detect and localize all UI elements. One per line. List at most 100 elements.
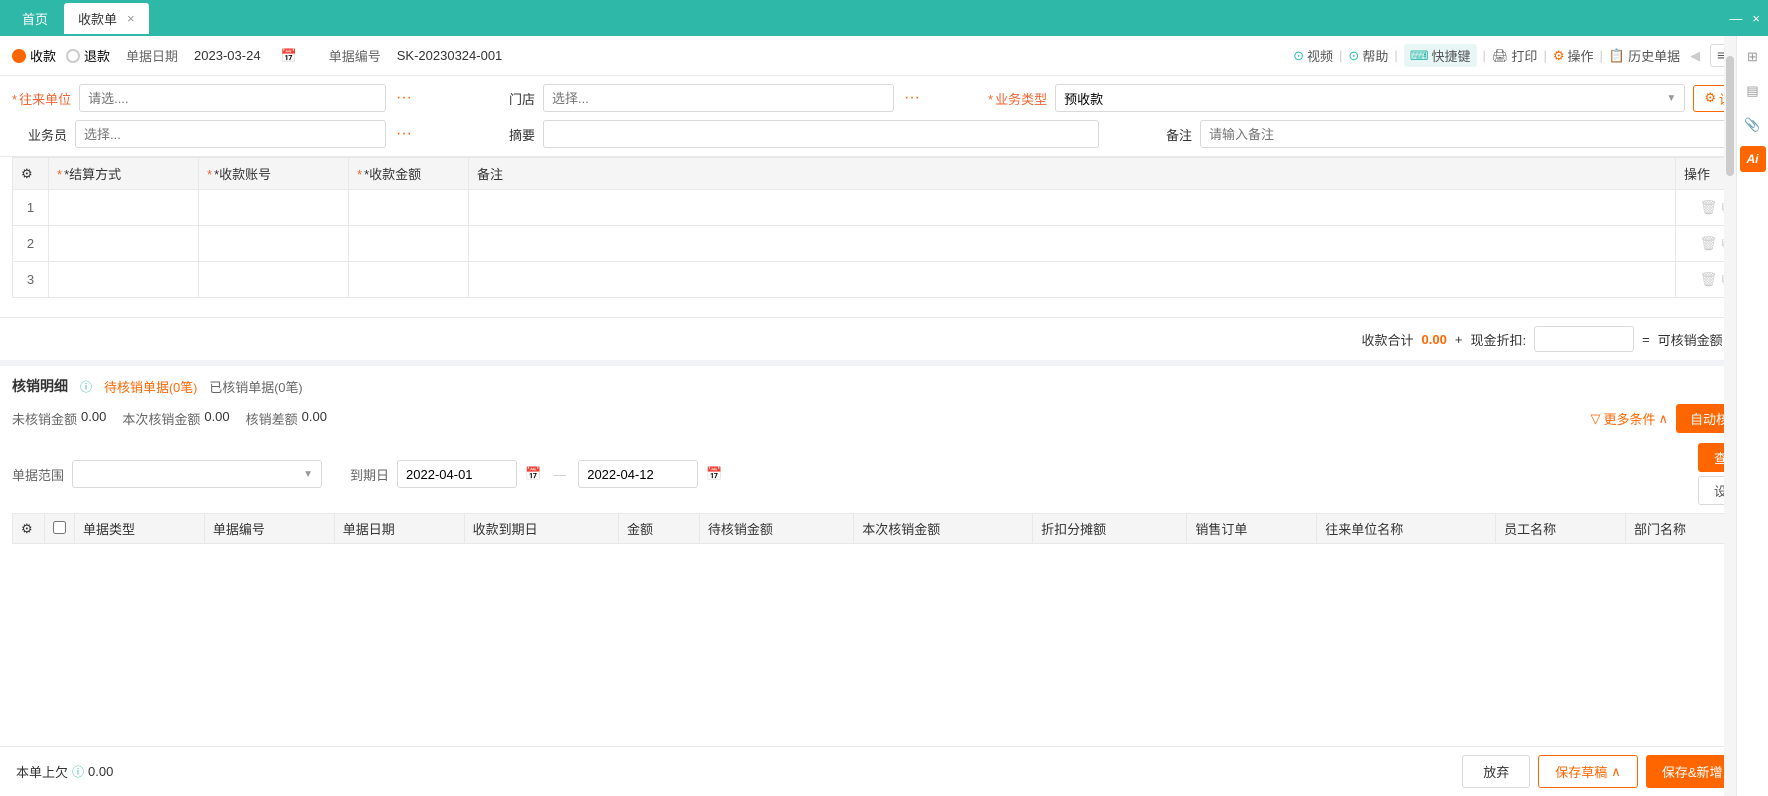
form-row-2: 业务员 ··· 摘要 备注 (12, 120, 1756, 148)
discount-label: 现金折扣: (1470, 330, 1526, 349)
sidebar-attachment-icon[interactable]: 📎 (1740, 112, 1766, 138)
radio-refund-dot (66, 49, 80, 63)
row-1-settlement[interactable] (49, 190, 199, 226)
sales-rep-section: 业务员 ··· (12, 120, 412, 148)
amount-col-header: 金额 (618, 514, 699, 544)
select-all-checkbox[interactable] (53, 521, 66, 534)
receipt-tab-close[interactable]: × (127, 11, 135, 26)
reconcile-gear-header[interactable]: ⚙ (13, 514, 45, 544)
chevron-down-icon: ▼ (1666, 93, 1676, 104)
info-icon[interactable]: ⓘ (72, 763, 84, 780)
window-minimize[interactable]: — (1729, 11, 1742, 26)
counterparty-input[interactable] (79, 84, 386, 112)
reconcile-header: 核销明细 ⓘ 待核销单据(0笔) 已核销单据(0笔) (12, 376, 1756, 396)
radio-refund[interactable]: 退款 (66, 46, 110, 65)
row-1-remark[interactable] (469, 190, 1676, 226)
row-3-remark[interactable] (469, 262, 1676, 298)
counterparty-more-icon[interactable]: ··· (396, 89, 412, 107)
tool-shortcut[interactable]: ⌨ 快捷键 (1404, 44, 1477, 67)
form-row-1: *往来单位 ··· 门店 ··· *业务类型 预收款 ▼ (12, 84, 1756, 112)
save-draft-button[interactable]: 保存草稿 ∧ (1538, 755, 1638, 788)
range-chevron-icon: ▼ (303, 469, 313, 480)
date-label: 单据日期 (126, 46, 178, 65)
date-to-input[interactable] (578, 460, 698, 488)
row-2-remark[interactable] (469, 226, 1676, 262)
row-1-account[interactable] (199, 190, 349, 226)
remark-input[interactable] (1200, 120, 1756, 148)
doc-number-value: SK-20230324-001 (397, 48, 503, 63)
tool-help-label: 帮助 (1362, 46, 1388, 65)
main-area: 收款 退款 单据日期 2023-03-24 📅 单据编号 SK-20230324… (0, 36, 1768, 796)
sidebar-document-icon[interactable]: ▤ (1740, 78, 1766, 104)
sales-rep-input[interactable] (75, 120, 386, 148)
row-3-account[interactable] (199, 262, 349, 298)
discount-header: 折扣分摊额 (1033, 514, 1187, 544)
pending-amount-header: 待核销金额 (699, 514, 853, 544)
bottom-bar: 本单上欠 ⓘ 0.00 放弃 保存草稿 ∧ 保存&新增 ∧ (0, 746, 1768, 796)
operation-icon: ⚙ (1553, 48, 1565, 64)
tool-help[interactable]: ⊙ 帮助 (1348, 46, 1388, 65)
counterparty-col-header: 往来单位名称 (1317, 514, 1496, 544)
nav-left-arrow[interactable]: ◀ (1686, 48, 1704, 64)
business-type-select[interactable]: 预收款 ▼ (1055, 84, 1685, 112)
header-tools: ⊙ 视频 | ⊙ 帮助 | ⌨ 快捷键 | 🖨 打印 | ⚙ 操作 (1293, 44, 1756, 67)
top-nav: 首页 收款单 × — × (0, 0, 1768, 36)
table-settings-header[interactable]: ⚙ (13, 158, 49, 190)
row-2-account[interactable] (199, 226, 349, 262)
sidebar-ai-icon[interactable]: Ai (1740, 146, 1766, 172)
row-3-amount[interactable] (349, 262, 469, 298)
diff-label: 核销差额 (246, 409, 298, 428)
history-icon: 📋 (1609, 48, 1625, 64)
row-1-amount[interactable] (349, 190, 469, 226)
done-tab[interactable]: 已核销单据(0笔) (209, 377, 302, 396)
date-cal-from-icon[interactable]: 📅 (525, 466, 541, 482)
account-header: **收款账号 (199, 158, 349, 190)
date-from-input[interactable] (397, 460, 517, 488)
discount-input[interactable] (1534, 326, 1634, 352)
reconcile-table-wrapper: ⚙ 单据类型 单据编号 单据日期 收款到期日 金额 待核销金额 本次核销金额 折… (12, 513, 1756, 544)
form-header: 收款 退款 单据日期 2023-03-24 📅 单据编号 SK-20230324… (0, 36, 1768, 76)
counterparty-label: *往来单位 (12, 89, 71, 108)
reconcile-check-header[interactable] (45, 514, 75, 544)
shop-more-icon[interactable]: ··· (904, 89, 920, 107)
nav-tab-home[interactable]: 首页 (8, 3, 62, 34)
abandon-button[interactable]: 放弃 (1462, 755, 1530, 788)
date-calendar-icon[interactable]: 📅 (281, 48, 297, 64)
stat-diff: 核销差额 0.00 (246, 409, 327, 428)
gear-icon: ⚙ (1704, 90, 1716, 106)
radio-refund-label: 退款 (84, 46, 110, 65)
chevron-up-icon: ∧ (1658, 411, 1668, 427)
done-label: 已核销单据 (209, 380, 274, 395)
tool-print[interactable]: 🖨 打印 (1492, 46, 1538, 65)
window-close[interactable]: × (1752, 11, 1760, 26)
row-1-delete-icon[interactable]: 🗑 (1700, 199, 1718, 216)
range-select[interactable]: ▼ (72, 460, 322, 488)
tool-history[interactable]: 📋 历史单据 (1609, 46, 1680, 65)
stat-current: 本次核销金额 0.00 (122, 409, 229, 428)
row-3-settlement[interactable] (49, 262, 199, 298)
sales-rep-more-icon[interactable]: ··· (396, 125, 412, 143)
shop-input[interactable] (543, 84, 894, 112)
pending-tab[interactable]: 待核销单据(0笔) (104, 377, 197, 396)
total-label: 收款合计 (1362, 330, 1414, 349)
row-2-amount[interactable] (349, 226, 469, 262)
scrollbar-area[interactable] (1724, 36, 1736, 796)
tool-video[interactable]: ⊙ 视频 (1293, 46, 1333, 65)
more-filter-btn[interactable]: ▽ 更多条件 ∧ (1590, 409, 1668, 428)
radio-receipt[interactable]: 收款 (12, 46, 56, 65)
summary-label: 摘要 (480, 125, 535, 144)
scrollbar-thumb[interactable] (1726, 56, 1734, 176)
reconcile-info-icon[interactable]: ⓘ (80, 378, 92, 395)
info-label: 本单上欠 (16, 762, 68, 781)
summary-input[interactable] (543, 120, 1099, 148)
tool-operation[interactable]: ⚙ 操作 (1553, 46, 1594, 65)
date-cal-to-icon[interactable]: 📅 (706, 466, 722, 482)
nav-tab-receipt[interactable]: 收款单 × (64, 3, 149, 34)
filter-icon: ▽ (1590, 411, 1600, 427)
video-icon: ⊙ (1293, 48, 1304, 64)
row-3-delete-icon[interactable]: 🗑 (1700, 271, 1718, 288)
sidebar-table-icon[interactable]: ⊞ (1740, 44, 1766, 70)
row-2-delete-icon[interactable]: 🗑 (1700, 235, 1718, 252)
row-2-settlement[interactable] (49, 226, 199, 262)
tool-history-label: 历史单据 (1628, 46, 1680, 65)
